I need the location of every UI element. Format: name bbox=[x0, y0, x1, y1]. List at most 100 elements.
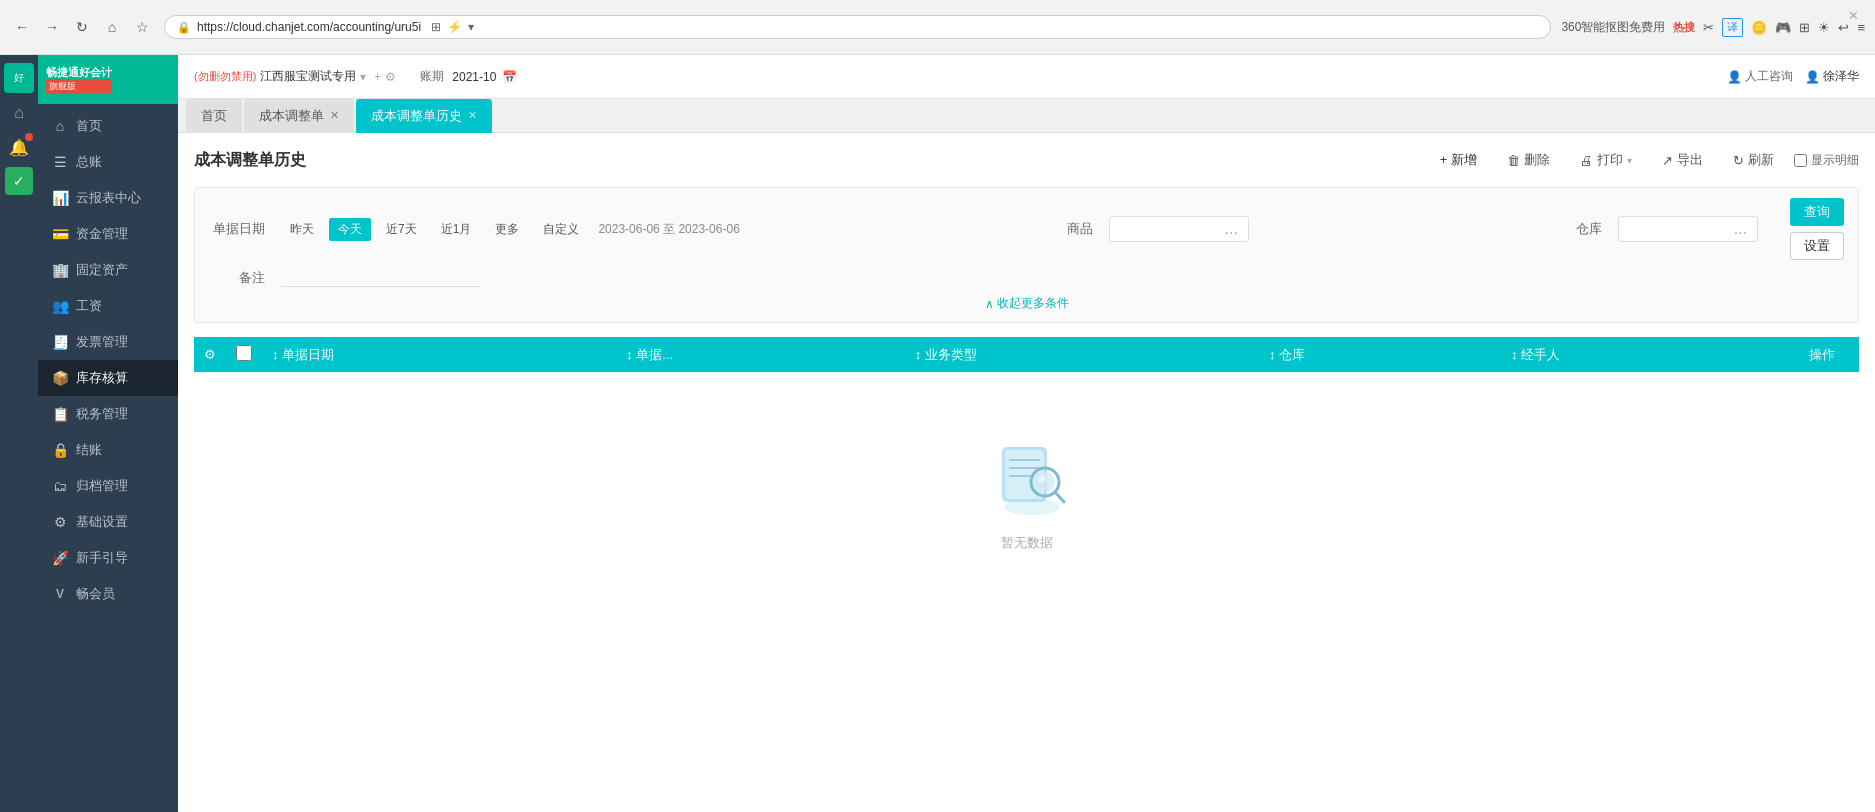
col-number[interactable]: ↕ 单据... bbox=[616, 337, 905, 372]
lightning-icon: ⚡ bbox=[447, 20, 462, 34]
game-icon[interactable]: 🎮 bbox=[1775, 20, 1791, 35]
query-button[interactable]: 查询 bbox=[1790, 198, 1844, 226]
delete-icon: 🗑 bbox=[1507, 153, 1520, 168]
ledger-icon: ☰ bbox=[52, 154, 68, 170]
tab-home-label: 首页 bbox=[201, 107, 227, 125]
user-name[interactable]: 👤 徐泽华 bbox=[1805, 68, 1859, 85]
export-button[interactable]: ↗ 导出 bbox=[1652, 147, 1713, 173]
col-date[interactable]: ↕ 单据日期 bbox=[262, 337, 616, 372]
icon-bar-active[interactable]: ✓ bbox=[5, 167, 33, 195]
sidebar-item-tax[interactable]: 📋 税务管理 bbox=[38, 396, 178, 432]
company-name: 江西服宝测试专用 bbox=[260, 68, 356, 85]
company-selector[interactable]: (勿删勿禁用) 江西服宝测试专用 ▾ + ⚙ bbox=[194, 68, 396, 85]
note-filter-label: 备注 bbox=[209, 269, 265, 287]
sidebar-item-assets[interactable]: 🏢 固定资产 bbox=[38, 252, 178, 288]
bookmark-button[interactable]: ☆ bbox=[130, 15, 154, 39]
date-btn-1month[interactable]: 近1月 bbox=[432, 218, 481, 241]
empty-illustration bbox=[977, 432, 1077, 522]
brightness-icon[interactable]: ☀ bbox=[1818, 20, 1830, 35]
add-company-icon[interactable]: + bbox=[374, 70, 381, 84]
filter-settings-button[interactable]: 设置 bbox=[1790, 232, 1844, 260]
warehouse-dots[interactable]: ... bbox=[1730, 220, 1751, 238]
back-button[interactable]: ← bbox=[10, 15, 34, 39]
collapse-icon: ∧ bbox=[985, 297, 994, 311]
date-btn-today[interactable]: 今天 bbox=[329, 218, 371, 241]
product-filter-select[interactable]: ... bbox=[1109, 216, 1249, 242]
coin-icon[interactable]: 🪙 bbox=[1751, 20, 1767, 35]
page-content: 成本调整单历史 + 新增 🗑 删除 🖨 打印 ▾ ↗ 导出 bbox=[178, 133, 1875, 812]
col-warehouse[interactable]: ↕ 仓库 bbox=[1259, 337, 1501, 372]
sidebar-logo-badge: 旗舰版 bbox=[46, 79, 112, 94]
assets-icon: 🏢 bbox=[52, 262, 68, 278]
col-warehouse-label: ↕ 仓库 bbox=[1269, 347, 1305, 362]
top-bar-actions: 👤 人工咨询 👤 徐泽华 bbox=[1727, 68, 1859, 85]
note-filter-input[interactable] bbox=[281, 268, 481, 287]
settings-icon[interactable]: ⚙ bbox=[204, 347, 216, 362]
tab-cost-adjust[interactable]: 成本调整单 ✕ bbox=[244, 99, 354, 133]
period-label: 账期 bbox=[420, 68, 444, 85]
calendar-icon[interactable]: 📅 bbox=[502, 70, 517, 84]
display-toggle-label: 显示明细 bbox=[1811, 152, 1859, 169]
date-btn-7days[interactable]: 近7天 bbox=[377, 218, 426, 241]
sidebar-item-invoice[interactable]: 🧾 发票管理 bbox=[38, 324, 178, 360]
url-text: https://cloud.chanjet.com/accounting/uru… bbox=[197, 20, 421, 34]
display-toggle-checkbox[interactable] bbox=[1794, 154, 1807, 167]
period-info: 账期 2021-10 📅 bbox=[420, 68, 517, 85]
sidebar-item-home[interactable]: ⌂ 首页 bbox=[38, 108, 178, 144]
tab-cost-adjust-close[interactable]: ✕ bbox=[330, 109, 339, 122]
icon-bar-home[interactable]: ⌂ bbox=[5, 99, 33, 127]
sidebar-label-tax: 税务管理 bbox=[76, 405, 128, 423]
collapse-button[interactable]: ∧ 收起更多条件 bbox=[985, 295, 1069, 312]
sidebar-item-inventory[interactable]: 📦 库存核算 bbox=[38, 360, 178, 396]
warehouse-filter-select[interactable]: ... bbox=[1618, 216, 1758, 242]
reload-button[interactable]: ↻ bbox=[70, 15, 94, 39]
refresh-button[interactable]: ↻ 刷新 bbox=[1723, 147, 1784, 173]
date-btn-custom[interactable]: 自定义 bbox=[534, 218, 588, 241]
date-btn-more[interactable]: 更多 bbox=[486, 218, 528, 241]
home-button[interactable]: ⌂ bbox=[100, 15, 124, 39]
sidebar-item-close[interactable]: 🔒 结账 bbox=[38, 432, 178, 468]
col-biz-type-label: ↕ 业务类型 bbox=[915, 347, 977, 362]
col-settings[interactable]: ⚙ bbox=[194, 337, 226, 372]
top-bar: (勿删勿禁用) 江西服宝测试专用 ▾ + ⚙ 账期 2021-10 📅 👤 人工… bbox=[178, 55, 1875, 99]
data-table: ⚙ ↕ 单据日期 ↕ 单据... ↕ 业务类型 bbox=[194, 337, 1859, 372]
forward-button[interactable]: → bbox=[40, 15, 64, 39]
address-bar[interactable]: 🔒 https://cloud.chanjet.com/accounting/u… bbox=[164, 15, 1551, 39]
translate-icon[interactable]: 译 bbox=[1722, 18, 1743, 37]
product-dots[interactable]: ... bbox=[1221, 220, 1242, 238]
print-button[interactable]: 🖨 打印 ▾ bbox=[1570, 147, 1642, 173]
funds-icon: 💳 bbox=[52, 226, 68, 242]
sidebar-item-reports[interactable]: 📊 云报表中心 bbox=[38, 180, 178, 216]
company-settings-icon[interactable]: ⚙ bbox=[385, 70, 396, 84]
print-dropdown-icon: ▾ bbox=[1627, 155, 1632, 166]
sidebar-item-salary[interactable]: 👥 工资 bbox=[38, 288, 178, 324]
display-toggle[interactable]: 显示明细 bbox=[1794, 152, 1859, 169]
tab-home[interactable]: 首页 bbox=[186, 99, 242, 133]
col-handler[interactable]: ↕ 经手人 bbox=[1501, 337, 1799, 372]
icon-bar-bell[interactable]: 🔔 bbox=[5, 133, 33, 161]
sidebar-item-member[interactable]: V 畅会员 bbox=[38, 576, 178, 612]
company-warning: (勿删勿禁用) bbox=[194, 69, 256, 84]
tab-cost-adjust-history-close[interactable]: ✕ bbox=[468, 109, 477, 122]
sidebar-logo-text: 畅捷通好会计 bbox=[46, 65, 112, 79]
tab-cost-adjust-history[interactable]: 成本调整单历史 ✕ bbox=[356, 99, 492, 133]
tab-cost-adjust-history-label: 成本调整单历史 bbox=[371, 107, 462, 125]
sidebar-label-home: 首页 bbox=[76, 117, 102, 135]
svg-line-8 bbox=[1055, 492, 1064, 502]
col-biz-type[interactable]: ↕ 业务类型 bbox=[905, 337, 1259, 372]
sidebar-label-archive: 归档管理 bbox=[76, 477, 128, 495]
new-button[interactable]: + 新增 bbox=[1430, 147, 1487, 173]
apps-icon[interactable]: ⊞ bbox=[1799, 20, 1810, 35]
col-check[interactable] bbox=[226, 337, 262, 372]
sidebar-item-funds[interactable]: 💳 资金管理 bbox=[38, 216, 178, 252]
scissors-icon[interactable]: ✂ bbox=[1703, 20, 1714, 35]
select-all-checkbox[interactable] bbox=[236, 345, 252, 361]
delete-button[interactable]: 🗑 删除 bbox=[1497, 147, 1560, 173]
sidebar-item-archive[interactable]: 🗂 归档管理 bbox=[38, 468, 178, 504]
sidebar-item-guide[interactable]: 🚀 新手引导 bbox=[38, 540, 178, 576]
sidebar-item-ledger[interactable]: ☰ 总账 bbox=[38, 144, 178, 180]
browser-chrome: ← → ↻ ⌂ ☆ 🔒 https://cloud.chanjet.com/ac… bbox=[0, 0, 1875, 55]
user-service[interactable]: 👤 人工咨询 bbox=[1727, 68, 1793, 85]
date-btn-yesterday[interactable]: 昨天 bbox=[281, 218, 323, 241]
sidebar-item-settings[interactable]: ⚙ 基础设置 bbox=[38, 504, 178, 540]
